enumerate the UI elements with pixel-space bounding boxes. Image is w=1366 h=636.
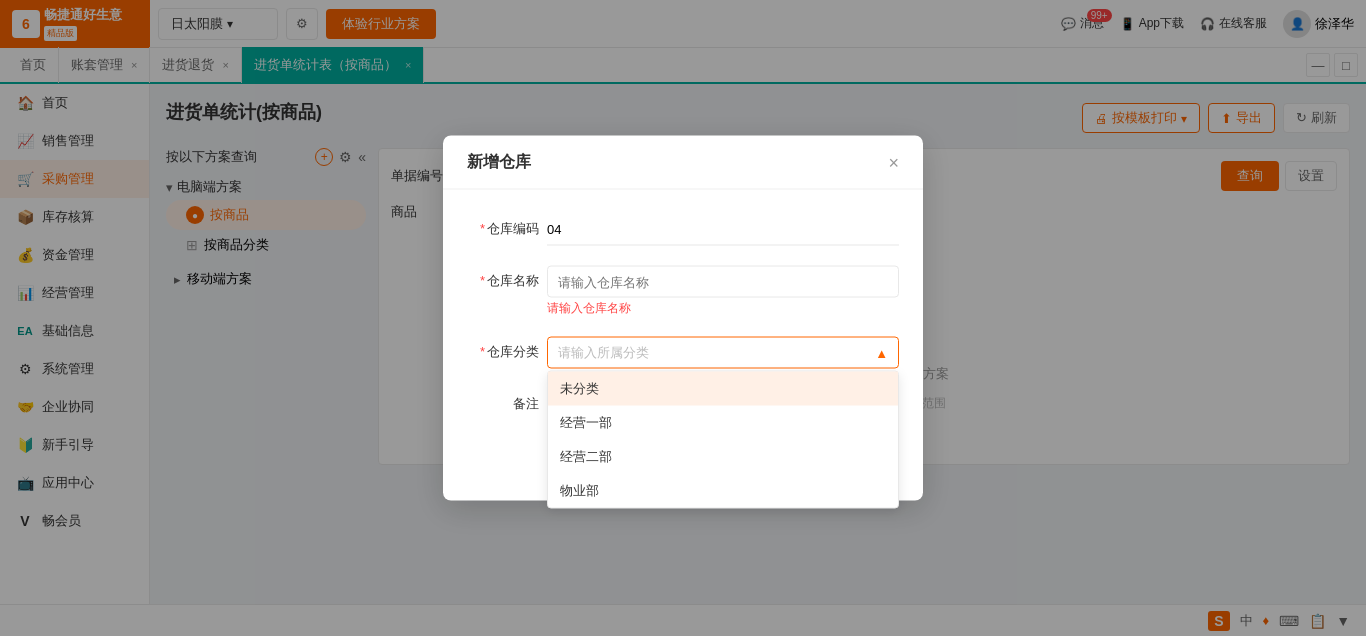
code-input[interactable]: [547, 214, 899, 246]
dropdown-item-uncategorized[interactable]: 未分类: [548, 372, 898, 406]
name-control: 请输入仓库名称: [547, 266, 899, 317]
add-warehouse-dialog: 新增仓库 × 仓库编码 仓库名称 请输入仓库名称 仓库分类 请输入所属分类 ▲: [443, 136, 923, 501]
dialog-title: 新增仓库: [467, 152, 531, 173]
name-label: 仓库名称: [467, 266, 547, 290]
dialog-body: 仓库编码 仓库名称 请输入仓库名称 仓库分类 请输入所属分类 ▲: [443, 190, 923, 437]
notes-label: 备注: [467, 389, 547, 413]
dropdown-item-property[interactable]: 物业部: [548, 474, 898, 508]
form-row-name: 仓库名称 请输入仓库名称: [467, 266, 899, 317]
dropdown-item-dept1[interactable]: 经营一部: [548, 406, 898, 440]
category-select[interactable]: 请输入所属分类 ▲: [547, 337, 899, 369]
dialog-close-button[interactable]: ×: [888, 153, 899, 171]
dropdown-item-dept2[interactable]: 经营二部: [548, 440, 898, 474]
name-error-msg: 请输入仓库名称: [547, 300, 899, 317]
category-control: 请输入所属分类 ▲ 未分类 经营一部 经营二部 物业部: [547, 337, 899, 369]
dialog-header: 新增仓库 ×: [443, 136, 923, 190]
category-placeholder: 请输入所属分类: [558, 344, 649, 362]
category-label: 仓库分类: [467, 337, 547, 361]
category-dropdown: 未分类 经营一部 经营二部 物业部: [547, 371, 899, 509]
code-control: [547, 214, 899, 246]
category-chevron-icon: ▲: [875, 345, 888, 360]
name-input[interactable]: [547, 266, 899, 298]
code-label: 仓库编码: [467, 214, 547, 238]
form-row-category: 仓库分类 请输入所属分类 ▲ 未分类 经营一部 经营二部 物业部: [467, 337, 899, 369]
form-row-code: 仓库编码: [467, 214, 899, 246]
